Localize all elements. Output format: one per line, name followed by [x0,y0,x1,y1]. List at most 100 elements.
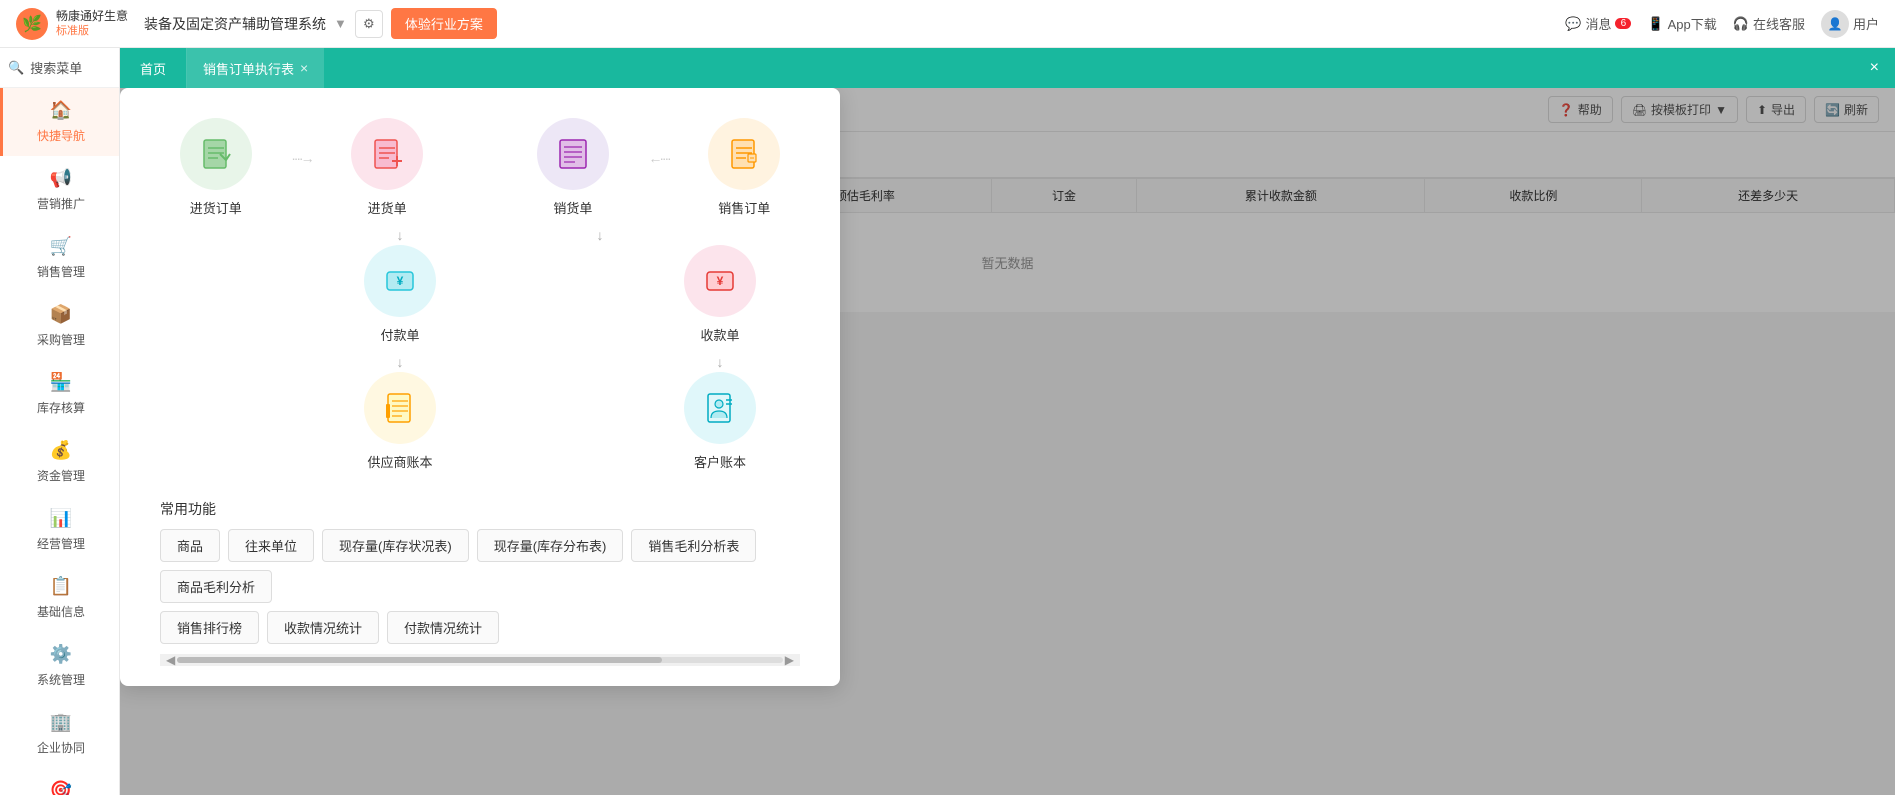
flow-node-supplier-account[interactable]: 供应商账本 [340,372,460,471]
message-icon: 💬 [1565,16,1581,32]
flow-node-purchase-order[interactable]: 进货订单 [160,118,271,217]
flow-diagram: 进货订单 · · · ·→ [160,118,800,479]
dropdown-arrow[interactable]: ▼ [334,16,347,31]
sidebar-item-sales[interactable]: 🛒 销售管理 [0,224,119,292]
func-btn-payment-stats[interactable]: 付款情况统计 [387,611,499,644]
flow-node-receipt-bill[interactable]: ¥ 收款单 [660,245,780,344]
logo-icon: 🌿 [16,8,48,40]
flow-row-2: ¥ 付款单 [160,245,800,344]
finance-icon: 💰 [50,440,72,461]
headset-icon: 🎧 [1733,16,1749,32]
message-label: 消息 [1585,14,1611,33]
sidebar-item-guide[interactable]: 🎯 新手引导 [0,768,119,795]
payment-bill-circle[interactable]: ¥ [364,245,436,317]
scrollbar-track[interactable] [177,657,783,663]
sidebar-item-label: 企业协同 [37,739,85,756]
search-icon: 🔍 [8,60,24,76]
sales-order-circle[interactable] [708,118,780,190]
sidebar-item-basic-info[interactable]: 📋 基础信息 [0,564,119,632]
message-action[interactable]: 💬 消息 6 [1565,14,1631,33]
sidebar-item-enterprise[interactable]: 🏢 企业协同 [0,700,119,768]
sidebar-item-label: 库存核算 [37,399,85,416]
payment-bill-label: 付款单 [380,325,419,344]
tab-close-button[interactable]: × [300,60,308,76]
func-btn-sales-ranking[interactable]: 销售排行榜 [160,611,259,644]
sales-bill-circle[interactable] [537,118,609,190]
sales-bill-label: 销货单 [553,198,592,217]
header-right: 💬 消息 6 📱 App下载 🎧 在线客服 👤 用户 [1565,10,1879,38]
arrow-sales-order-to-bill: ←· · · · [629,150,689,186]
guide-overlay[interactable]: 进货订单 · · · ·→ [120,88,1895,795]
tab-close-all-button[interactable]: × [1854,48,1895,88]
func-btn-receipt-stats[interactable]: 收款情况统计 [267,611,379,644]
app-wrapper: 🌿 畅康通好生意 标准版 装备及固定资产辅助管理系统 ▼ ⚙ 体验行业方案 💬 … [0,0,1895,795]
arrow-row: ↓ ↓ [160,225,800,245]
sidebar-item-label: 营销推广 [37,195,85,212]
function-buttons-grid-2: 销售排行榜 收款情况统计 付款情况统计 [160,611,800,644]
sidebar-item-inventory[interactable]: 🏪 库存核算 [0,360,119,428]
arrow-down-purchase: ↓ [340,227,460,243]
sidebar-item-quick-nav[interactable]: 🏠 快捷导航 [0,88,119,156]
svg-text:¥: ¥ [717,274,724,288]
trial-button[interactable]: 体验行业方案 [391,8,497,39]
flow-row-1: 进货订单 · · · ·→ [160,118,800,217]
inventory-icon: 🏪 [50,372,72,393]
online-service-action[interactable]: 🎧 在线客服 [1733,14,1805,33]
guide-popup-body: 进货订单 · · · ·→ [120,88,840,686]
sidebar-item-label: 经营管理 [37,535,85,552]
arrow-row-2: ↓ ↓ [160,352,800,372]
flow-node-customer-account[interactable]: 客户账本 [660,372,780,471]
purchase-order-circle[interactable] [180,118,252,190]
func-btn-partner[interactable]: 往来单位 [228,529,314,562]
popup-scrollbar: ◀ ▶ [160,654,800,666]
scrollbar-thumb [177,657,661,663]
purchase-bill-circle[interactable] [351,118,423,190]
receipt-bill-label: 收款单 [700,325,739,344]
func-btn-stock-dist[interactable]: 现存量(库存分布表) [477,529,624,562]
flow-row-3: 供应商账本 [160,372,800,471]
func-btn-product-gross[interactable]: 商品毛利分析 [160,570,272,603]
app-download-action[interactable]: 📱 App下载 [1647,14,1716,33]
tab-bar: 首页 销售订单执行表 × × [120,48,1895,88]
sidebar-item-finance[interactable]: 💰 资金管理 [0,428,119,496]
phone-icon: 📱 [1647,16,1663,32]
purchase-order-label: 进货订单 [190,198,242,217]
app-download-label: App下载 [1668,14,1717,33]
flow-node-sales-bill[interactable]: 销货单 [517,118,628,217]
func-btn-sales-gross[interactable]: 销售毛利分析表 [631,529,756,562]
arrow-purchase-to-bill: · · · ·→ [271,150,331,186]
sidebar-item-label: 系统管理 [37,671,85,688]
avatar-initials: 👤 [1828,17,1843,31]
purchase-bill-label: 进货单 [368,198,407,217]
sidebar-item-marketing[interactable]: 📢 营销推广 [0,156,119,224]
purchase-icon: 📦 [50,304,72,325]
scroll-left-button[interactable]: ◀ [164,653,177,667]
system-title: 装备及固定资产辅助管理系统 [144,14,326,34]
settings-button[interactable]: ⚙ [355,10,383,38]
tab-home[interactable]: 首页 [120,48,187,88]
tab-sales-order[interactable]: 销售订单执行表 × [187,48,324,88]
page-content: ❓ 帮助 🖨 按模板打印 ▼ ⬆ 导出 🔄 刷新 [120,88,1895,795]
tab-page-label: 销售订单执行表 [203,59,294,78]
flow-node-sales-order[interactable]: 销售订单 [689,118,800,217]
system-icon: ⚙️ [50,644,72,665]
customer-account-circle[interactable] [684,372,756,444]
receipt-bill-circle[interactable]: ¥ [684,245,756,317]
supplier-account-circle[interactable] [364,372,436,444]
flow-node-payment-bill[interactable]: ¥ 付款单 [340,245,460,344]
arrow-down-receipt: ↓ [660,354,780,370]
sidebar-item-label: 快捷导航 [37,127,85,144]
sidebar-item-operations[interactable]: 📊 经营管理 [0,496,119,564]
svg-text:¥: ¥ [397,274,404,288]
func-btn-stock-status[interactable]: 现存量(库存状况表) [322,529,469,562]
user-action[interactable]: 👤 用户 [1821,10,1879,38]
sidebar-item-label: 采购管理 [37,331,85,348]
func-btn-product[interactable]: 商品 [160,529,220,562]
flow-node-purchase-bill[interactable]: 进货单 [331,118,442,217]
user-label: 用户 [1853,14,1879,33]
sidebar-item-purchase[interactable]: 📦 采购管理 [0,292,119,360]
search-menu[interactable]: 🔍 搜索菜单 [0,48,119,88]
top-header: 🌿 畅康通好生意 标准版 装备及固定资产辅助管理系统 ▼ ⚙ 体验行业方案 💬 … [0,0,1895,48]
scroll-right-button[interactable]: ▶ [783,653,796,667]
sidebar-item-system[interactable]: ⚙️ 系统管理 [0,632,119,700]
